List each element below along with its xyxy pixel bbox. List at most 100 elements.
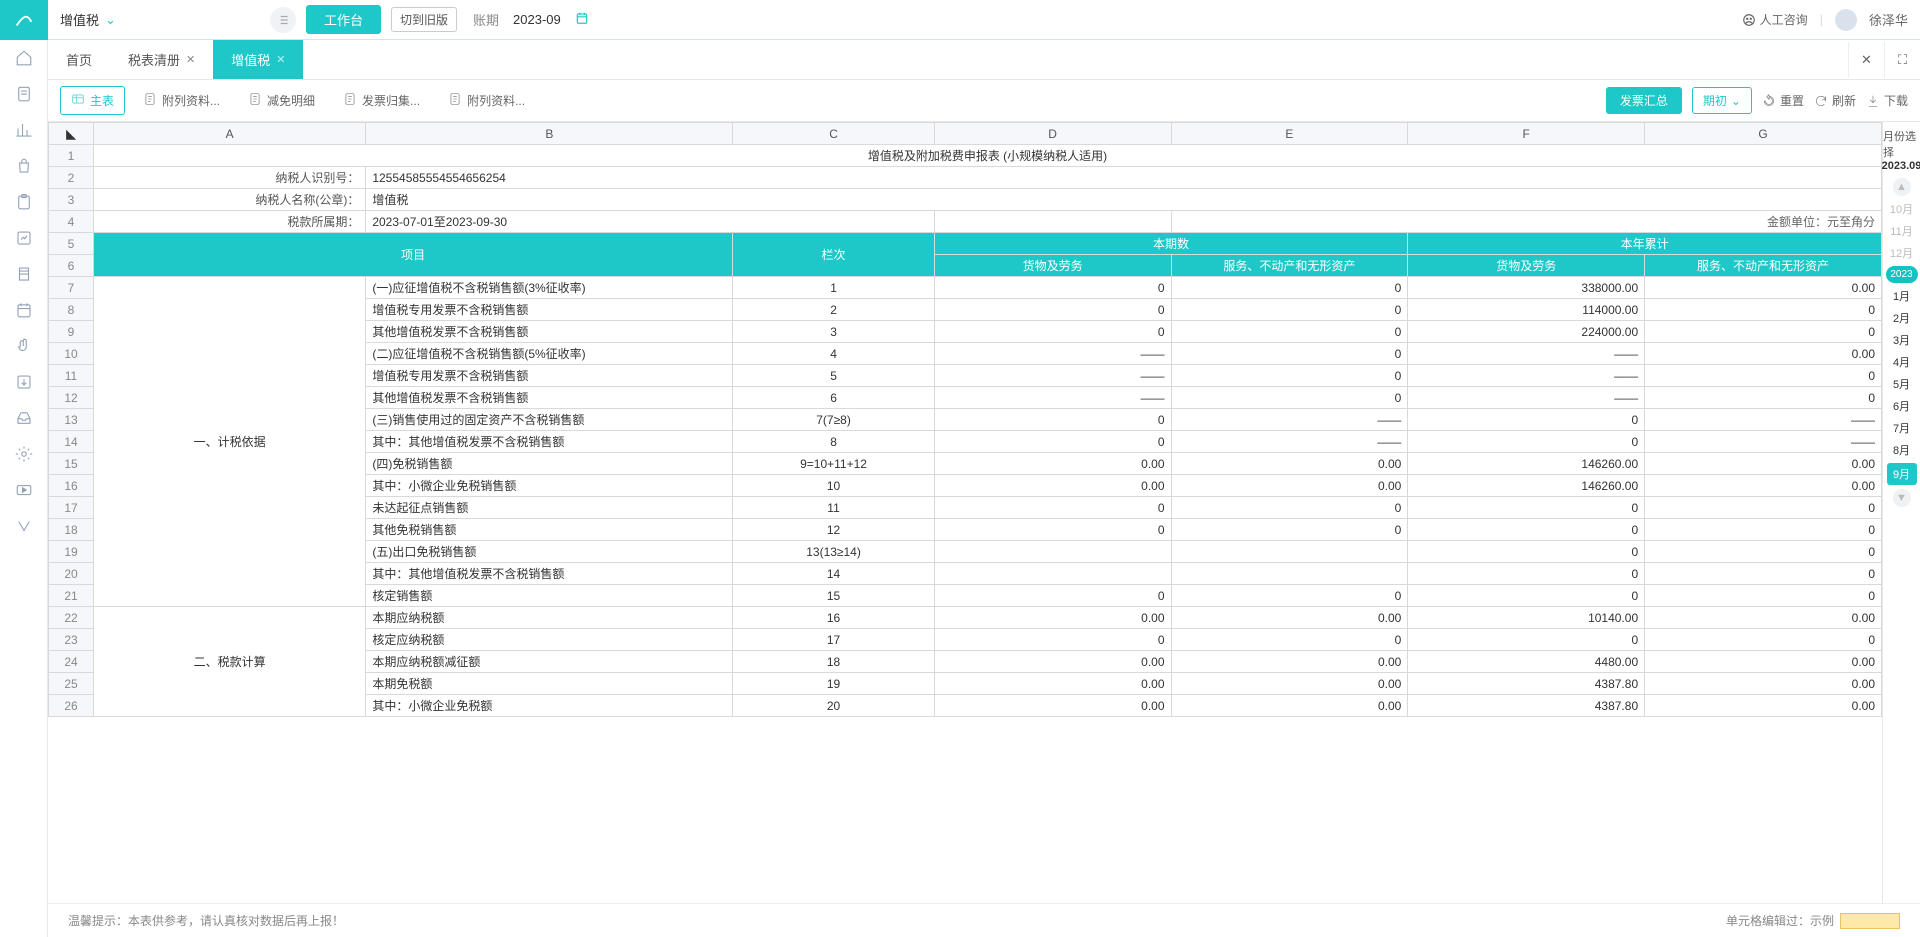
cell[interactable]: 0 (1408, 409, 1645, 431)
cell[interactable]: —— (1171, 431, 1408, 453)
cell[interactable]: 0 (1171, 343, 1408, 365)
cell[interactable]: 10 (733, 475, 934, 497)
fullscreen-icon[interactable]: ⛶ (1884, 42, 1920, 78)
month-item[interactable]: 1月 (1883, 285, 1920, 307)
cell[interactable]: —— (934, 343, 1171, 365)
help-link[interactable]: 人工咨询 (1742, 11, 1808, 28)
col-header[interactable]: E (1171, 123, 1408, 145)
cell[interactable]: 13(13≥14) (733, 541, 934, 563)
row-header[interactable]: 22 (49, 607, 94, 629)
row-header[interactable]: 11 (49, 365, 94, 387)
page-tab[interactable]: 增值税✕ (213, 40, 303, 79)
cell[interactable]: —— (1645, 431, 1882, 453)
reset-button[interactable]: 重置 (1762, 92, 1804, 109)
cell[interactable] (1171, 563, 1408, 585)
calendar-icon[interactable] (0, 292, 48, 328)
home-icon[interactable] (0, 40, 48, 76)
row-header[interactable]: 5 (49, 233, 94, 255)
company-selector[interactable]: 增值税 ⌄ (60, 10, 260, 29)
item-cell[interactable]: 其他增值税发票不含税销售额 (366, 321, 733, 343)
cell[interactable]: 0 (1645, 387, 1882, 409)
workspace-button[interactable]: 工作台 (306, 5, 381, 34)
month-down-icon[interactable]: ▼ (1893, 489, 1911, 507)
cell[interactable]: 0 (1645, 321, 1882, 343)
cell[interactable]: 0.00 (1645, 673, 1882, 695)
cell[interactable]: 0 (1171, 629, 1408, 651)
cell[interactable]: —— (1408, 387, 1645, 409)
cell[interactable]: 0 (1171, 497, 1408, 519)
list-icon-button[interactable] (270, 7, 296, 33)
row-header[interactable]: 13 (49, 409, 94, 431)
col-header[interactable]: A (93, 123, 365, 145)
cell[interactable]: —— (934, 365, 1171, 387)
cell[interactable]: 0 (1645, 563, 1882, 585)
item-cell[interactable]: (一)应征增值税不含税销售额(3%征收率) (366, 277, 733, 299)
cell[interactable]: 11 (733, 497, 934, 519)
settings-icon[interactable] (0, 436, 48, 472)
row-header[interactable]: 8 (49, 299, 94, 321)
row-header[interactable]: 20 (49, 563, 94, 585)
export-icon[interactable] (0, 364, 48, 400)
cell[interactable]: 0.00 (934, 651, 1171, 673)
cell[interactable] (934, 541, 1171, 563)
col-header[interactable]: F (1408, 123, 1645, 145)
row-header[interactable]: 19 (49, 541, 94, 563)
cell[interactable]: 0 (1408, 497, 1645, 519)
cell[interactable]: —— (1408, 343, 1645, 365)
cell[interactable]: 0 (934, 497, 1171, 519)
cell[interactable]: 0 (1408, 585, 1645, 607)
chart-icon[interactable] (0, 112, 48, 148)
cell[interactable]: 3 (733, 321, 934, 343)
cell[interactable]: 6 (733, 387, 934, 409)
cell[interactable]: 0 (934, 321, 1171, 343)
row-header[interactable]: 2 (49, 167, 94, 189)
cell[interactable]: 0 (934, 277, 1171, 299)
cell[interactable]: 1 (733, 277, 934, 299)
item-cell[interactable]: (四)免税销售额 (366, 453, 733, 475)
cell[interactable]: 0.00 (934, 695, 1171, 717)
cell[interactable]: 0 (934, 431, 1171, 453)
hand-icon[interactable] (0, 328, 48, 364)
item-cell[interactable]: 其中：小微企业免税销售额 (366, 475, 733, 497)
item-cell[interactable]: (二)应征增值税不含税销售额(5%征收率) (366, 343, 733, 365)
row-header[interactable]: 10 (49, 343, 94, 365)
month-up-icon[interactable]: ▲ (1893, 178, 1911, 196)
cell[interactable]: 0.00 (1171, 475, 1408, 497)
tax-icon[interactable] (0, 256, 48, 292)
cell[interactable]: 0.00 (934, 673, 1171, 695)
row-header[interactable]: 9 (49, 321, 94, 343)
calendar-picker-icon[interactable] (575, 11, 589, 28)
doc-icon[interactable] (0, 76, 48, 112)
cell[interactable]: 0.00 (1171, 453, 1408, 475)
select-all-corner[interactable]: ◣ (49, 123, 94, 145)
cell[interactable]: 0 (934, 299, 1171, 321)
item-cell[interactable]: (三)销售使用过的固定资产不含税销售额 (366, 409, 733, 431)
cell[interactable]: 20 (733, 695, 934, 717)
month-item[interactable]: 7月 (1883, 417, 1920, 439)
cell[interactable]: 0.00 (1171, 695, 1408, 717)
cell[interactable]: 0 (1171, 321, 1408, 343)
report-icon[interactable] (0, 220, 48, 256)
month-item[interactable]: 9月 (1887, 463, 1917, 485)
cell[interactable]: 17 (733, 629, 934, 651)
row-header[interactable]: 14 (49, 431, 94, 453)
period-init-button[interactable]: 期初 ⌄ (1692, 87, 1752, 114)
month-item[interactable]: 6月 (1883, 395, 1920, 417)
bag-icon[interactable] (0, 148, 48, 184)
sheet-tab[interactable]: 主表 (60, 86, 125, 115)
cell[interactable]: 0 (1408, 519, 1645, 541)
month-item[interactable]: 12月 (1883, 242, 1920, 264)
item-cell[interactable]: (五)出口免税销售额 (366, 541, 733, 563)
cell[interactable]: 0 (934, 629, 1171, 651)
cell[interactable]: 5 (733, 365, 934, 387)
item-cell[interactable]: 本期应纳税额 (366, 607, 733, 629)
video-icon[interactable] (0, 472, 48, 508)
cell[interactable]: 0.00 (1645, 277, 1882, 299)
cell[interactable]: 0 (1645, 519, 1882, 541)
cell[interactable]: 9=10+11+12 (733, 453, 934, 475)
col-header[interactable]: C (733, 123, 934, 145)
row-header[interactable]: 4 (49, 211, 94, 233)
cell[interactable]: 0.00 (1171, 673, 1408, 695)
cell[interactable]: 0 (934, 519, 1171, 541)
row-header[interactable]: 1 (49, 145, 94, 167)
